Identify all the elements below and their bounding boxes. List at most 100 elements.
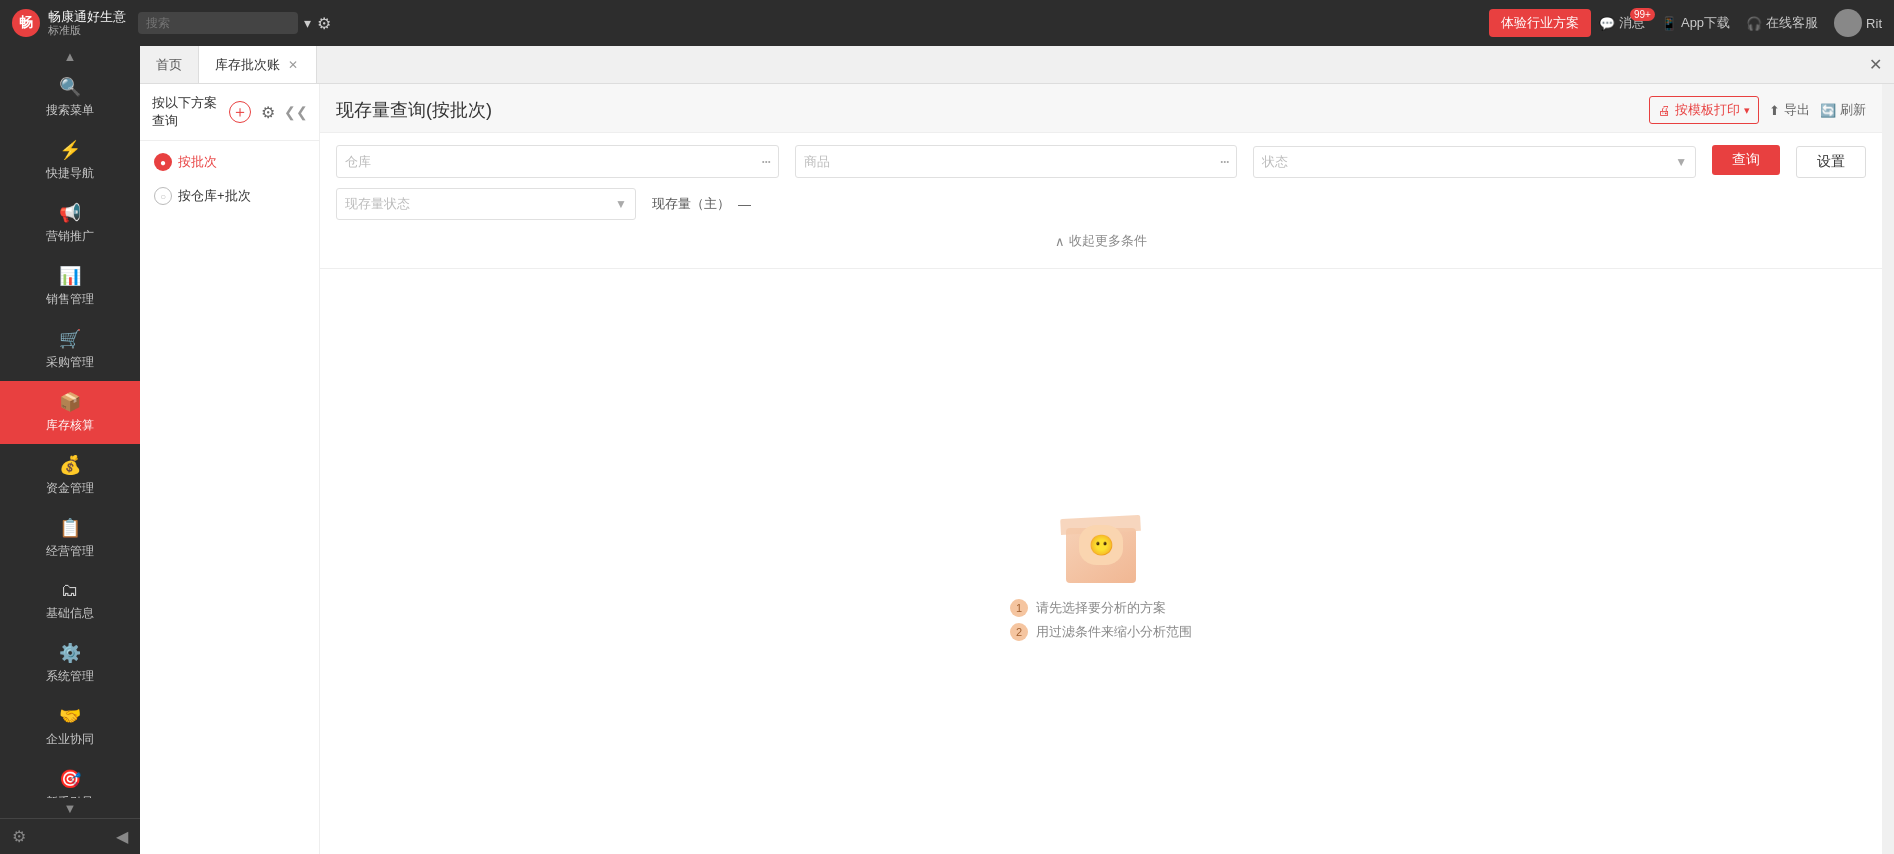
quantity-main-filter: 现存量（主） —: [652, 195, 1866, 213]
tip-num-1: 1: [1010, 599, 1028, 617]
empty-state: 😶 1 请先选择要分析的方案 2 用过滤条件来缩小分析范围: [320, 269, 1882, 854]
tab-end-close-btn[interactable]: ✕: [1857, 55, 1894, 74]
print-label: 按模板打印: [1675, 101, 1740, 119]
page-title: 现存量查询(按批次): [336, 98, 492, 122]
sidebar-item-label: 搜索菜单: [46, 102, 94, 119]
sidebar-item-finance[interactable]: 💰 资金管理: [0, 444, 140, 507]
app-brand: 畅康通好生意: [48, 9, 126, 25]
scheme-active-icon: ●: [154, 153, 172, 171]
scheme-label: 按批次: [178, 153, 217, 171]
product-dots[interactable]: ···: [1219, 151, 1228, 172]
app-edition: 标准版: [48, 24, 122, 37]
tab-bar: 首页 库存批次账 ✕ ✕: [140, 46, 1894, 84]
sidebar-item-label: 系统管理: [46, 668, 94, 685]
print-btn[interactable]: 🖨 按模板打印 ▾: [1649, 96, 1759, 124]
enterprise-icon: 🤝: [59, 705, 81, 727]
warehouse-filter[interactable]: 仓库 ···: [336, 145, 779, 178]
refresh-btn[interactable]: 🔄 刷新: [1820, 101, 1866, 119]
online-service-btn[interactable]: 🎧 在线客服: [1746, 14, 1818, 32]
warehouse-dots[interactable]: ···: [761, 151, 770, 172]
search-input[interactable]: [138, 12, 298, 34]
sidebar-item-sales[interactable]: 📊 销售管理: [0, 255, 140, 318]
empty-tip-1: 1 请先选择要分析的方案: [1010, 599, 1192, 617]
product-filter[interactable]: 商品 ···: [795, 145, 1238, 178]
sidebar-item-operations[interactable]: 📋 经营管理: [0, 507, 140, 570]
sidebar-item-basics[interactable]: 🗂 基础信息: [0, 570, 140, 632]
settings-scheme-btn[interactable]: ⚙: [257, 101, 279, 123]
empty-tips: 1 请先选择要分析的方案 2 用过滤条件来缩小分析范围: [1010, 599, 1192, 641]
sidebar: ▲ 🔍 搜索菜单 ⚡ 快捷导航 📢 营销推广 📊 销售管理 🛒 采购管理: [0, 46, 140, 854]
topbar-right: 💬 消息 99+ 📱 App下载 🎧 在线客服 Rit: [1599, 9, 1882, 37]
newbie-icon: 🎯: [59, 768, 81, 790]
sidebar-item-enterprise[interactable]: 🤝 企业协同: [0, 695, 140, 758]
sidebar-item-system[interactable]: ⚙️ 系统管理: [0, 632, 140, 695]
user-profile-btn[interactable]: Rit: [1834, 9, 1882, 37]
query-btn[interactable]: 查询: [1712, 145, 1780, 175]
page-header: 现存量查询(按批次) 🖨 按模板打印 ▾ ⬆ 导出 🔄: [320, 84, 1882, 133]
scheme-list: ● 按批次 ○ 按仓库+批次: [140, 141, 319, 217]
inventory-status-filter[interactable]: 现存量状态 ▼: [336, 188, 636, 220]
scheme-label: 按仓库+批次: [178, 187, 251, 205]
sidebar-scroll-down[interactable]: ▼: [0, 798, 140, 818]
refresh-icon: 🔄: [1820, 103, 1836, 118]
collapse-panel-btn[interactable]: ❮❮: [285, 101, 307, 123]
tip-num-2: 2: [1010, 623, 1028, 641]
export-btn[interactable]: ⬆ 导出: [1769, 101, 1810, 119]
username-label: Rit: [1866, 16, 1882, 31]
app-download-btn[interactable]: 📱 App下载: [1661, 14, 1730, 32]
sidebar-item-label: 库存核算: [46, 417, 94, 434]
collapse-arrow-icon: ∧: [1055, 234, 1065, 249]
right-scrollbar[interactable]: [1882, 84, 1894, 854]
left-panel-header: 按以下方案查询 ＋ ⚙ ❮❮: [140, 84, 319, 141]
sidebar-scroll-up[interactable]: ▲: [0, 46, 140, 66]
sidebar-item-newbie[interactable]: 🎯 新手引导: [0, 758, 140, 798]
filter-area: 仓库 ··· 商品 ··· 状态 ▼: [320, 133, 1882, 269]
topbar-search-area: ▾ ⚙: [138, 12, 1481, 34]
content-area: 首页 库存批次账 ✕ ✕ 按以下方案查询 ＋ ⚙ ❮❮: [140, 46, 1894, 854]
sidebar-item-quick-nav[interactable]: ⚡ 快捷导航: [0, 129, 140, 192]
scheme-item-by-batch[interactable]: ● 按批次: [140, 145, 319, 179]
sidebar-collapse-icon[interactable]: ◀: [116, 827, 128, 846]
sales-icon: 📊: [59, 265, 81, 287]
tab-home-label: 首页: [156, 56, 182, 74]
tab-inventory-batch[interactable]: 库存批次账 ✕: [199, 46, 317, 83]
tab-close-btn[interactable]: ✕: [286, 56, 300, 74]
filter-settings-btn[interactable]: 设置: [1796, 146, 1866, 178]
sidebar-item-label: 基础信息: [46, 605, 94, 622]
status-dropdown-arrow[interactable]: ▼: [1675, 155, 1687, 169]
scheme-item-by-warehouse-batch[interactable]: ○ 按仓库+批次: [140, 179, 319, 213]
sidebar-item-label: 营销推广: [46, 228, 94, 245]
warehouse-placeholder: 仓库: [345, 153, 761, 171]
collapse-filters-btn[interactable]: ∧ 收起更多条件: [336, 226, 1866, 256]
sidebar-item-inventory[interactable]: 📦 库存核算: [0, 381, 140, 444]
sidebar-item-label: 销售管理: [46, 291, 94, 308]
inventory-status-arrow[interactable]: ▼: [615, 197, 627, 211]
left-panel: 按以下方案查询 ＋ ⚙ ❮❮ ● 按批次 ○ 按仓库+批次: [140, 84, 320, 854]
messages-btn[interactable]: 💬 消息 99+: [1599, 14, 1645, 32]
topbar-settings-btn[interactable]: ⚙: [317, 14, 331, 33]
status-filter[interactable]: 状态 ▼: [1253, 146, 1696, 178]
avatar: [1834, 9, 1862, 37]
sidebar-item-marketing[interactable]: 📢 营销推广: [0, 192, 140, 255]
sidebar-item-search-menu[interactable]: 🔍 搜索菜单: [0, 66, 140, 129]
print-dropdown-icon[interactable]: ▾: [1744, 104, 1750, 117]
quick-nav-icon: ⚡: [59, 139, 81, 161]
sidebar-item-purchase[interactable]: 🛒 采购管理: [0, 318, 140, 381]
basics-icon: 🗂: [61, 580, 79, 601]
status-placeholder: 状态: [1262, 153, 1675, 171]
filter-row-1: 仓库 ··· 商品 ··· 状态 ▼: [336, 145, 1866, 178]
tab-inventory-batch-label: 库存批次账: [215, 56, 280, 74]
page-container: 按以下方案查询 ＋ ⚙ ❮❮ ● 按批次 ○ 按仓库+批次: [140, 84, 1894, 854]
inventory-status-label: 现存量状态: [345, 195, 615, 213]
export-icon: ⬆: [1769, 103, 1780, 118]
left-panel-actions: ＋ ⚙ ❮❮: [229, 101, 307, 123]
add-scheme-btn[interactable]: ＋: [229, 101, 251, 123]
sidebar-item-label: 采购管理: [46, 354, 94, 371]
app-download-icon: 📱: [1661, 16, 1677, 31]
tab-home[interactable]: 首页: [140, 46, 199, 83]
scheme-inactive-icon: ○: [154, 187, 172, 205]
sidebar-settings-icon[interactable]: ⚙: [12, 827, 26, 846]
search-dropdown-btn[interactable]: ▾: [304, 15, 311, 31]
app-download-label: App下载: [1681, 14, 1730, 32]
trial-btn[interactable]: 体验行业方案: [1489, 9, 1591, 37]
